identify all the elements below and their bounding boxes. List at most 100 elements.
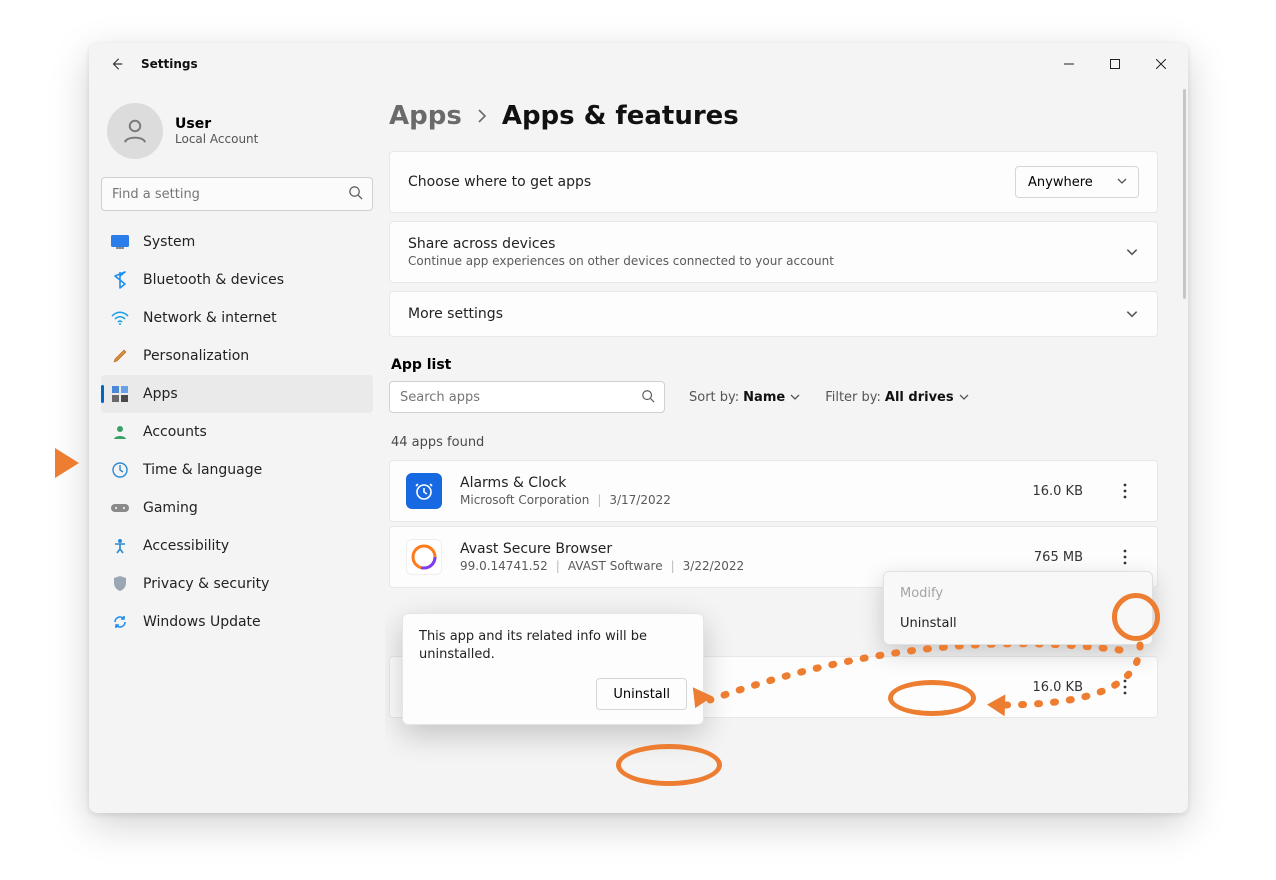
search-apps[interactable] [389,381,665,413]
window-title: Settings [141,57,198,71]
app-row-alarms: Alarms & Clock Microsoft Corporation | 3… [389,460,1158,522]
app-name: Alarms & Clock [460,475,1014,491]
app-size: 16.0 KB [1032,484,1083,499]
confirm-text: This app and its related info will be un… [419,628,687,664]
close-button[interactable] [1138,48,1184,80]
nav-time[interactable]: Time & language [101,451,373,489]
more-vertical-icon [1123,679,1127,695]
nav-label: Time & language [143,462,262,478]
nav-label: Accounts [143,424,207,440]
avatar [107,103,163,159]
nav-label: Apps [143,386,178,402]
nav-network[interactable]: Network & internet [101,299,373,337]
maximize-button[interactable] [1092,48,1138,80]
filter-by-control[interactable]: Filter by: All drives [825,390,969,405]
chevron-down-icon [1116,175,1128,187]
nav-label: Bluetooth & devices [143,272,284,288]
nav-label: Network & internet [143,310,277,326]
uninstall-confirm-popup: This app and its related info will be un… [402,613,704,725]
app-list-label: App list [391,357,1158,373]
user-icon [120,116,150,146]
filter-value: All drives [885,390,954,405]
app-publisher: AVAST Software [568,559,663,573]
chevron-down-icon [1125,307,1139,321]
settings-window: Settings User Local Account [89,43,1188,813]
breadcrumb-current: Apps & features [502,101,739,131]
nav-privacy[interactable]: Privacy & security [101,565,373,603]
card-subtitle: Continue app experiences on other device… [408,254,834,268]
uninstall-button[interactable]: Uninstall [596,678,687,710]
nav-label: Windows Update [143,614,261,630]
nav-label: Gaming [143,500,198,516]
app-source-dropdown[interactable]: Anywhere [1015,166,1139,198]
card-title: Choose where to get apps [408,174,591,190]
search-icon [641,389,655,403]
minimize-button[interactable] [1046,48,1092,80]
find-setting-search[interactable] [101,177,373,211]
app-more-button[interactable] [1109,475,1141,507]
title-bar: Settings [89,43,1188,85]
nav-apps[interactable]: Apps [101,375,373,413]
apps-icon [111,385,129,403]
brush-icon [111,347,129,365]
search-icon [348,185,363,200]
profile-block[interactable]: User Local Account [101,93,373,173]
nav-accessibility[interactable]: Accessibility [101,527,373,565]
nav-label: System [143,234,195,250]
apps-count: 44 apps found [391,435,1158,450]
bluetooth-icon [111,271,129,289]
app-publisher: Microsoft Corporation [460,493,589,507]
gamepad-icon [111,499,129,517]
app-more-button[interactable] [1109,541,1141,573]
main-content: Apps Apps & features Choose where to get… [385,85,1188,813]
find-setting-input[interactable] [101,177,373,211]
app-date: 3/17/2022 [609,493,671,507]
annotation-arrow-apps [55,448,79,478]
app-date: 3/22/2022 [683,559,745,573]
update-icon [111,613,129,631]
nav-gaming[interactable]: Gaming [101,489,373,527]
nav-personalization[interactable]: Personalization [101,337,373,375]
nav-update[interactable]: Windows Update [101,603,373,641]
back-arrow-icon [110,57,124,71]
chevron-down-icon [789,391,801,403]
card-more-settings[interactable]: More settings [389,291,1158,337]
globe-clock-icon [111,461,129,479]
card-get-apps: Choose where to get apps Anywhere [389,151,1158,213]
sort-by-control[interactable]: Sort by: Name [689,390,801,405]
person-icon [111,423,129,441]
chevron-right-icon [476,109,488,123]
card-share-devices[interactable]: Share across devices Continue app experi… [389,221,1158,283]
uninstall-option[interactable]: Uninstall [890,608,1146,638]
back-button[interactable] [101,48,133,80]
annotation-arrowhead-2 [987,694,1006,717]
card-title: More settings [408,306,503,322]
breadcrumb: Apps Apps & features [389,101,1158,131]
app-row-avast: Avast Secure Browser 99.0.14741.52 | AVA… [389,526,1158,588]
system-icon [111,233,129,251]
wifi-icon [111,309,129,327]
sort-value: Name [743,390,785,405]
nav-bluetooth[interactable]: Bluetooth & devices [101,261,373,299]
app-more-button[interactable] [1109,671,1141,703]
nav-accounts[interactable]: Accounts [101,413,373,451]
profile-sub: Local Account [175,132,258,146]
app-options-flyout: Modify Uninstall [883,571,1153,645]
chevron-down-icon [958,391,970,403]
breadcrumb-parent[interactable]: Apps [389,101,462,131]
nav-label: Accessibility [143,538,229,554]
app-size: 16.0 KB [1032,680,1083,695]
nav-list: System Bluetooth & devices Network & int… [101,223,373,641]
modify-option: Modify [890,578,1146,608]
profile-name: User [175,116,258,132]
search-apps-input[interactable] [389,381,665,413]
sidebar: User Local Account System Bluetooth & de… [89,85,385,813]
more-vertical-icon [1123,483,1127,499]
nav-system[interactable]: System [101,223,373,261]
accessibility-icon [111,537,129,555]
app-version: 99.0.14741.52 [460,559,548,573]
dropdown-value: Anywhere [1028,175,1093,190]
nav-label: Privacy & security [143,576,269,592]
sort-label: Sort by: [689,390,739,405]
scrollbar[interactable] [1183,89,1186,299]
